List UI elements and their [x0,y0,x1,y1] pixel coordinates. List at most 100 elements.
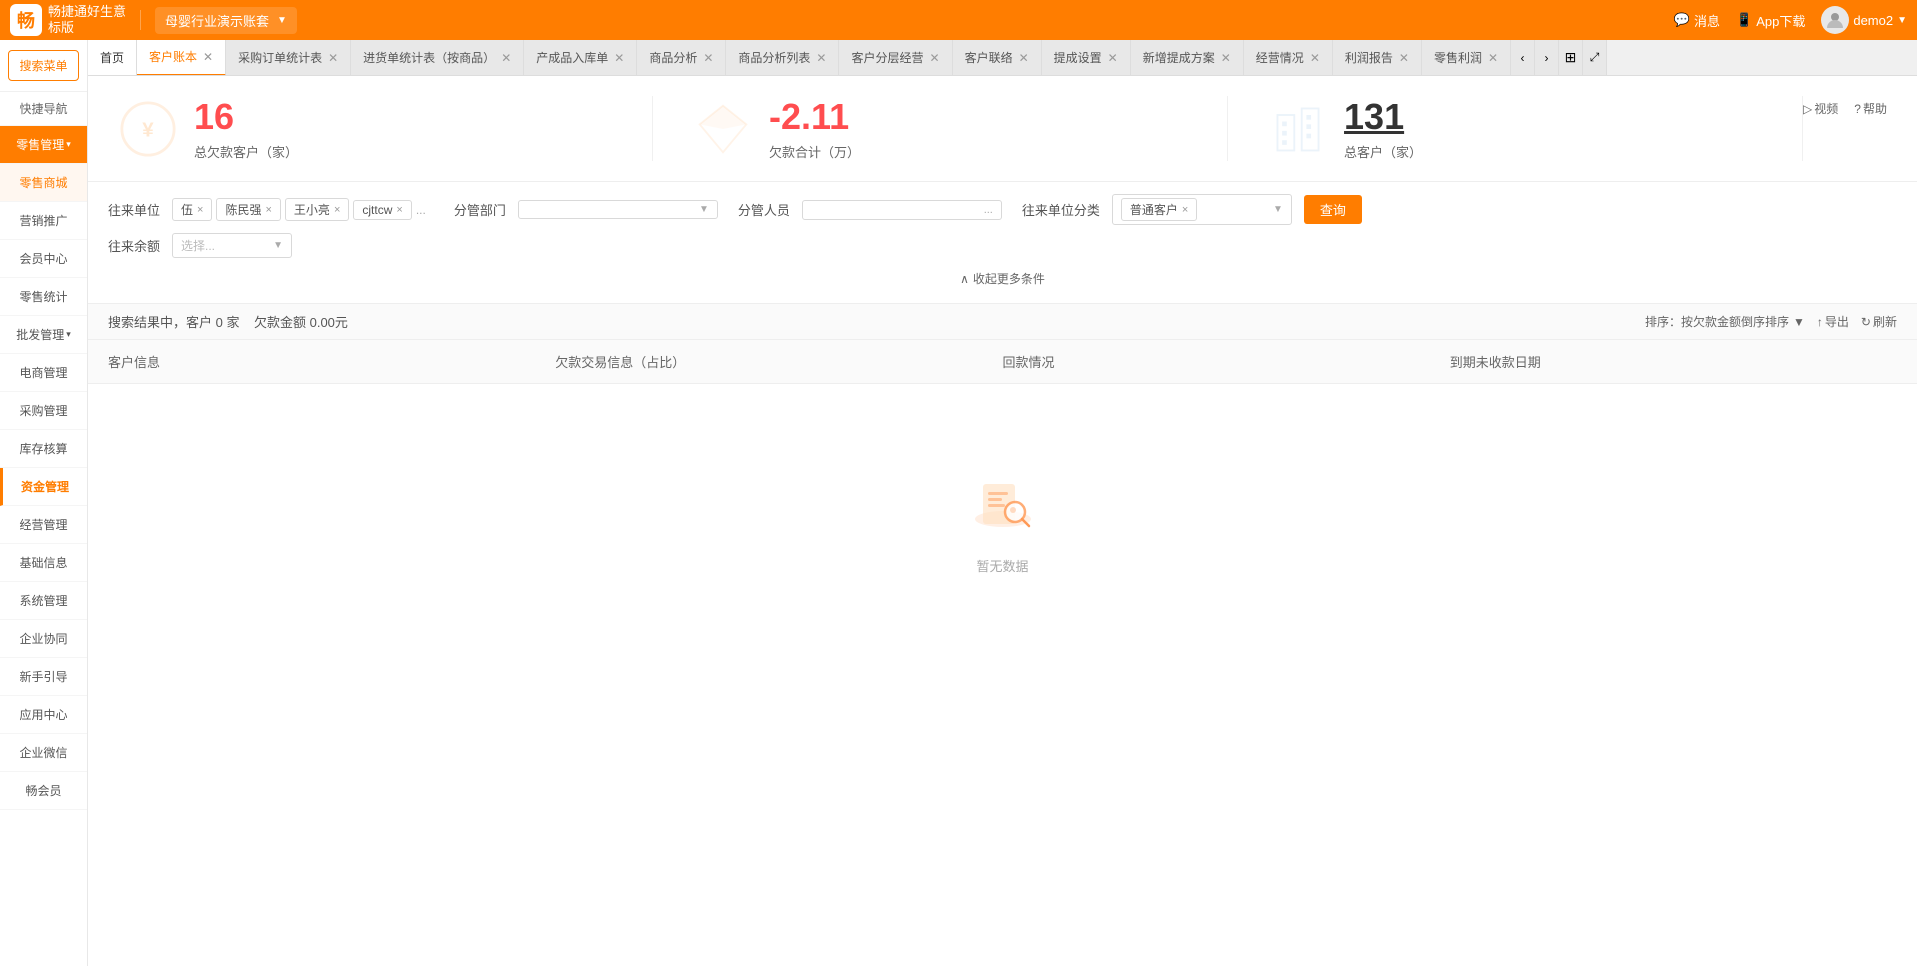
sidebar-item-wholesale[interactable]: 批发管理 ▾ [0,316,87,354]
tab-home[interactable]: 首页 [88,40,137,76]
video-link[interactable]: ▷ 视频 [1803,100,1838,117]
tab-nav-left[interactable]: ‹ [1511,40,1535,76]
user-dropdown-arrow: ▼ [1897,15,1907,26]
tab-fullscreen[interactable]: ⤢ [1583,40,1607,76]
sidebar-item-beginner[interactable]: 新手引导 [0,658,87,696]
sidebar-item-finance[interactable]: 资金管理 [0,468,87,506]
dept-select[interactable]: ▼ [518,200,718,219]
divider [140,10,141,30]
query-button[interactable]: 查询 [1304,195,1362,224]
sidebar-item-ecommerce[interactable]: 电商管理 [0,354,87,392]
table-header: 客户信息 欠款交易信息（占比） 回款情况 到期未收款日期 [88,340,1917,384]
close-tab-icon-5[interactable]: ✕ [703,51,713,65]
sidebar-item-retail-mall[interactable]: 零售商城 [0,164,87,202]
close-tab-icon-12[interactable]: ✕ [1399,51,1409,65]
app-download-button[interactable]: 📱 App下载 [1736,11,1805,30]
balance-input[interactable]: 选择... ▼ [172,233,292,258]
close-tab-icon-9[interactable]: ✕ [1108,51,1118,65]
tab-add-commission[interactable]: 新增提成方案 ✕ [1131,40,1244,76]
tab-customer-contact[interactable]: 客户联络 ✕ [953,40,1042,76]
message-button[interactable]: 💬 消息 [1674,11,1720,30]
results-actions: 排序：按欠款金额倒序排序 ▼ ↑ 导出 ↻ 刷新 [1645,313,1897,330]
tab-operations[interactable]: 经营情况 ✕ [1244,40,1333,76]
close-tab-icon-13[interactable]: ✕ [1488,51,1498,65]
collapse-button[interactable]: ∧ 收起更多条件 [960,270,1045,287]
logo-area: 畅 畅捷通好生意 标版 母婴行业演示账套 ▼ [10,4,297,36]
stat-total-debt: -2.11 欠款合计（万） [653,96,1228,161]
stats-section: ¥ 16 总欠款客户（家） [88,76,1917,182]
refresh-button[interactable]: ↻ 刷新 [1861,313,1897,330]
tab-commission-settings[interactable]: 提成设置 ✕ [1042,40,1131,76]
sidebar-item-wechat-work[interactable]: 企业微信 [0,734,87,772]
remove-category-tag[interactable]: × [1182,204,1188,216]
filter-row-2: 往来余额 选择... ▼ [108,233,1897,258]
tab-nav-more[interactable]: ⊞ [1559,40,1583,76]
stat-debtors-info: 16 总欠款客户（家） [194,96,298,161]
close-tab-icon-3[interactable]: ✕ [501,51,511,65]
export-button[interactable]: ↑ 导出 [1817,313,1849,330]
empty-state-text: 暂无数据 [976,556,1028,575]
remove-tag-wang[interactable]: × [334,204,340,216]
quick-nav-button[interactable]: 快捷导航 [0,92,87,126]
sidebar-item-app-center[interactable]: 应用中心 [0,696,87,734]
close-tab-icon-6[interactable]: ✕ [816,51,826,65]
download-icon: 📱 [1736,12,1752,28]
sidebar-item-marketing[interactable]: 营销推广 [0,202,87,240]
close-tab-icon-2[interactable]: ✕ [328,51,338,65]
close-tab-icon[interactable]: ✕ [203,50,213,64]
close-tab-icon-4[interactable]: ✕ [614,51,624,65]
sidebar-item-operations[interactable]: 经营管理 [0,506,87,544]
tab-purchase-stats[interactable]: 采购订单统计表 ✕ [226,40,351,76]
user-menu[interactable]: demo2 ▼ [1821,6,1907,34]
help-link[interactable]: ? 帮助 [1854,100,1887,117]
tab-production-inbound[interactable]: 产成品入库单 ✕ [524,40,637,76]
dept-dropdown-arrow: ▼ [699,204,709,215]
stat-total-customers: 131 总客户（家） [1228,96,1803,161]
chevron-down-icon-2: ▾ [66,329,71,340]
sort-button[interactable]: 排序：按欠款金额倒序排序 ▼ [1645,313,1805,330]
sidebar-item-retail-stats[interactable]: 零售统计 [0,278,87,316]
filter-section: 往来单位 伍 × 陈民强 × 王小亮 [88,182,1917,304]
person-more-dots[interactable]: ... [984,204,993,216]
search-menu-button[interactable]: 搜索菜单 [8,50,79,81]
chevron-down-icon: ▾ [66,139,71,150]
tab-customer-ledger[interactable]: 客户账本 ✕ [137,40,226,76]
message-icon: 💬 [1674,12,1690,28]
sidebar-item-enterprise[interactable]: 企业协同 [0,620,87,658]
collapse-area: ∧ 收起更多条件 [108,266,1897,291]
sidebar-item-retail-mgmt[interactable]: 零售管理 ▾ [0,126,87,164]
top-right-actions: 💬 消息 📱 App下载 demo2 ▼ [1674,6,1907,34]
top-bar: 畅 畅捷通好生意 标版 母婴行业演示账套 ▼ 💬 消息 📱 App下载 [0,0,1917,40]
filter-tag-cjttcw: cjttcw × [353,200,411,220]
sidebar-item-basic-info[interactable]: 基础信息 [0,544,87,582]
remove-tag-chen[interactable]: × [265,204,271,216]
results-info: 搜索结果中，客户 0 家 欠款金额 0.00元 [108,312,348,331]
remove-tag-cjttcw[interactable]: × [396,204,402,216]
sidebar-item-system[interactable]: 系统管理 [0,582,87,620]
store-selector[interactable]: 母婴行业演示账套 ▼ [155,7,297,34]
tab-nav-right[interactable]: › [1535,40,1559,76]
filter-unit-tags: 伍 × 陈民强 × 王小亮 × [172,198,426,221]
play-icon: ▷ [1803,102,1812,116]
sidebar-item-inventory[interactable]: 库存核算 [0,430,87,468]
tab-customer-tier[interactable]: 客户分层经营 ✕ [839,40,952,76]
close-tab-icon-11[interactable]: ✕ [1310,51,1320,65]
sidebar-item-member[interactable]: 畅会员 [0,772,87,810]
filter-more-tags[interactable]: ... [416,203,426,217]
remove-tag-wu[interactable]: × [197,204,203,216]
tab-inbound-stats[interactable]: 进货单统计表（按商品） ✕ [351,40,524,76]
close-tab-icon-7[interactable]: ✕ [930,51,940,65]
tab-product-analysis[interactable]: 商品分析 ✕ [637,40,726,76]
close-tab-icon-8[interactable]: ✕ [1019,51,1029,65]
person-select[interactable]: ... [802,200,1002,220]
sidebar-item-purchase[interactable]: 采购管理 [0,392,87,430]
category-select[interactable]: 普通客户 × ▼ [1112,194,1292,225]
sidebar-nav-section: 快捷导航 [0,92,87,126]
tab-product-analysis-list[interactable]: 商品分析列表 ✕ [726,40,839,76]
stat-total-debtors: ¥ 16 总欠款客户（家） [118,96,653,161]
tab-retail-profit[interactable]: 零售利润 ✕ [1422,40,1511,76]
close-tab-icon-10[interactable]: ✕ [1221,51,1231,65]
tab-profit-report[interactable]: 利润报告 ✕ [1333,40,1422,76]
stat-debt-info: -2.11 欠款合计（万） [769,96,860,161]
sidebar-item-member-center[interactable]: 会员中心 [0,240,87,278]
